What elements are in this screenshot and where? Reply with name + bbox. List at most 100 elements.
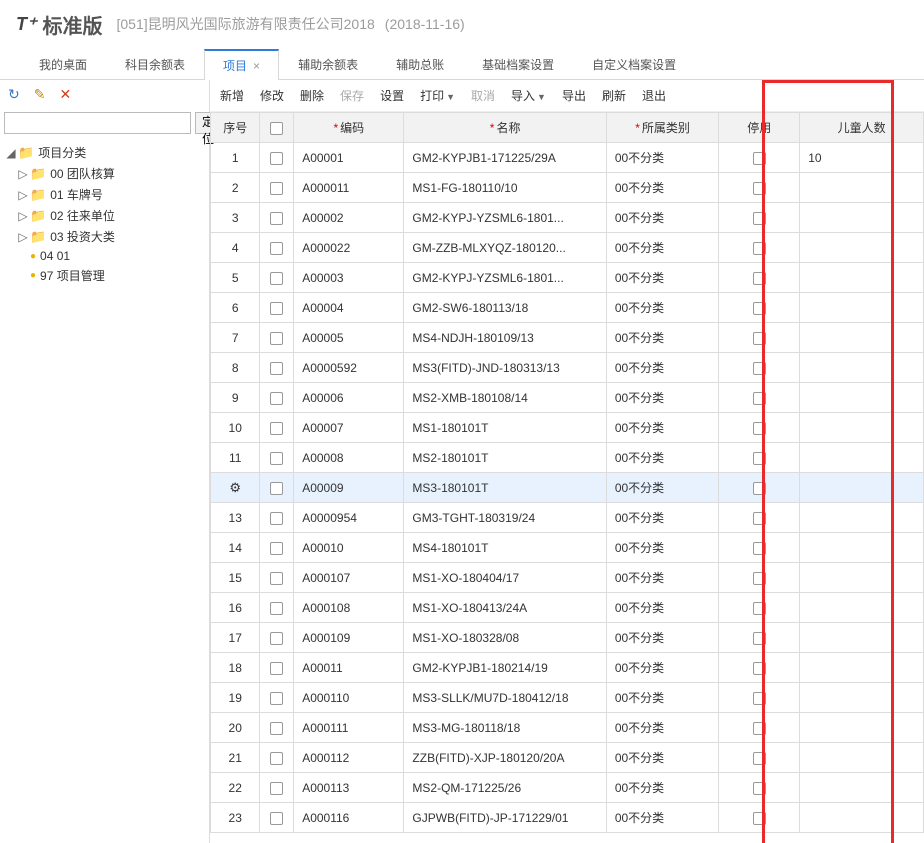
cell-checkbox[interactable] [260, 533, 294, 563]
col-name[interactable]: *名称 [404, 113, 606, 143]
action-新增[interactable]: 新增 [220, 87, 244, 104]
cell-disable[interactable] [719, 203, 800, 233]
table-row[interactable]: 20A000111MS3-MG-180118/1800不分类 [211, 713, 924, 743]
tab-我的桌面[interactable]: 我的桌面 [20, 49, 106, 79]
tree-toggle-icon[interactable]: ◢ [4, 146, 18, 160]
table-row[interactable]: 15A000107MS1-XO-180404/1700不分类 [211, 563, 924, 593]
table-row[interactable]: 21A000112ZZB(FITD)-XJP-180120/20A00不分类 [211, 743, 924, 773]
cell-checkbox[interactable] [260, 683, 294, 713]
cell-disable[interactable] [719, 143, 800, 173]
action-设置[interactable]: 设置 [380, 87, 404, 104]
cell-disable[interactable] [719, 743, 800, 773]
col-checkbox[interactable] [260, 113, 294, 143]
cell-checkbox[interactable] [260, 383, 294, 413]
cell-checkbox[interactable] [260, 143, 294, 173]
edit-icon[interactable]: ✎ [34, 86, 46, 103]
tree-item[interactable]: 01 车牌号 [50, 186, 103, 203]
cell-checkbox[interactable] [260, 323, 294, 353]
action-刷新[interactable]: 刷新 [602, 87, 626, 104]
cell-checkbox[interactable] [260, 773, 294, 803]
cell-disable[interactable] [719, 233, 800, 263]
cell-disable[interactable] [719, 593, 800, 623]
table-row[interactable]: 13A0000954GM3-TGHT-180319/2400不分类 [211, 503, 924, 533]
tab-科目余额表[interactable]: 科目余额表 [106, 49, 204, 79]
cell-disable[interactable] [719, 533, 800, 563]
tree-item[interactable]: 97 项目管理 [40, 267, 105, 284]
action-导入[interactable]: 导入▼ [511, 87, 546, 104]
cell-disable[interactable] [719, 323, 800, 353]
cell-checkbox[interactable] [260, 233, 294, 263]
cell-disable[interactable] [719, 623, 800, 653]
table-row[interactable]: 9A00006MS2-XMB-180108/1400不分类 [211, 383, 924, 413]
tab-辅助余额表[interactable]: 辅助余额表 [279, 49, 377, 79]
cell-checkbox[interactable] [260, 503, 294, 533]
col-seq[interactable]: 序号 [211, 113, 260, 143]
cell-checkbox[interactable] [260, 413, 294, 443]
tree-toggle-icon[interactable]: ▷ [16, 230, 30, 244]
table-row[interactable]: 2A000011MS1-FG-180110/1000不分类 [211, 173, 924, 203]
gear-icon[interactable]: ⚙ [229, 480, 241, 495]
cell-disable[interactable] [719, 383, 800, 413]
col-disable[interactable]: 停用 [719, 113, 800, 143]
cell-checkbox[interactable] [260, 173, 294, 203]
cell-disable[interactable] [719, 473, 800, 503]
cell-disable[interactable] [719, 773, 800, 803]
cell-checkbox[interactable] [260, 263, 294, 293]
table-row[interactable]: 22A000113MS2-QM-171225/2600不分类 [211, 773, 924, 803]
cell-disable[interactable] [719, 413, 800, 443]
cell-disable[interactable] [719, 263, 800, 293]
cell-checkbox[interactable] [260, 623, 294, 653]
tree-toggle-icon[interactable]: ▷ [16, 209, 30, 223]
table-row[interactable]: 23A000116GJPWB(FITD)-JP-171229/0100不分类 [211, 803, 924, 833]
tab-基础档案设置[interactable]: 基础档案设置 [463, 49, 573, 79]
cell-checkbox[interactable] [260, 473, 294, 503]
cell-checkbox[interactable] [260, 803, 294, 833]
table-row[interactable]: 1A00001GM2-KYPJB1-171225/29A00不分类10 [211, 143, 924, 173]
tab-项目[interactable]: 项目× [204, 49, 279, 80]
cell-disable[interactable] [719, 653, 800, 683]
col-children[interactable]: 儿童人数 [800, 113, 924, 143]
table-row[interactable]: 18A00011GM2-KYPJB1-180214/1900不分类 [211, 653, 924, 683]
table-row[interactable]: 6A00004GM2-SW6-180113/1800不分类 [211, 293, 924, 323]
cell-disable[interactable] [719, 713, 800, 743]
tree-toggle-icon[interactable]: ▷ [16, 188, 30, 202]
table-row[interactable]: 10A00007MS1-180101T00不分类 [211, 413, 924, 443]
col-code[interactable]: *编码 [294, 113, 404, 143]
action-打印[interactable]: 打印▼ [420, 87, 455, 104]
tree-search-input[interactable] [4, 112, 191, 134]
action-导出[interactable]: 导出 [562, 87, 586, 104]
action-退出[interactable]: 退出 [642, 87, 666, 104]
table-row[interactable]: 5A00003GM2-KYPJ-YZSML6-1801...00不分类 [211, 263, 924, 293]
cell-checkbox[interactable] [260, 203, 294, 233]
tree-item[interactable]: 04 01 [40, 249, 70, 263]
tree-root[interactable]: 项目分类 [38, 144, 86, 161]
table-row[interactable]: 11A00008MS2-180101T00不分类 [211, 443, 924, 473]
cell-disable[interactable] [719, 293, 800, 323]
cell-checkbox[interactable] [260, 353, 294, 383]
cell-checkbox[interactable] [260, 563, 294, 593]
table-row[interactable]: 19A000110MS3-SLLK/MU7D-180412/1800不分类 [211, 683, 924, 713]
close-icon[interactable]: × [253, 59, 260, 73]
table-row[interactable]: 17A000109MS1-XO-180328/0800不分类 [211, 623, 924, 653]
refresh-icon[interactable]: ↻ [8, 86, 20, 103]
table-row[interactable]: 3A00002GM2-KYPJ-YZSML6-1801...00不分类 [211, 203, 924, 233]
table-row[interactable]: ⚙A00009MS3-180101T00不分类 [211, 473, 924, 503]
cell-checkbox[interactable] [260, 743, 294, 773]
cell-disable[interactable] [719, 443, 800, 473]
cell-disable[interactable] [719, 503, 800, 533]
col-category[interactable]: *所属类别 [606, 113, 718, 143]
action-删除[interactable]: 删除 [300, 87, 324, 104]
table-row[interactable]: 16A000108MS1-XO-180413/24A00不分类 [211, 593, 924, 623]
tree-item[interactable]: 02 往来单位 [50, 207, 115, 224]
table-row[interactable]: 8A0000592MS3(FITD)-JND-180313/1300不分类 [211, 353, 924, 383]
action-修改[interactable]: 修改 [260, 87, 284, 104]
cell-checkbox[interactable] [260, 713, 294, 743]
table-row[interactable]: 7A00005MS4-NDJH-180109/1300不分类 [211, 323, 924, 353]
tab-辅助总账[interactable]: 辅助总账 [377, 49, 463, 79]
cell-checkbox[interactable] [260, 443, 294, 473]
tab-自定义档案设置[interactable]: 自定义档案设置 [573, 49, 695, 79]
delete-icon[interactable]: ✕ [59, 86, 71, 103]
tree-toggle-icon[interactable]: ▷ [16, 167, 30, 181]
cell-checkbox[interactable] [260, 653, 294, 683]
cell-disable[interactable] [719, 563, 800, 593]
